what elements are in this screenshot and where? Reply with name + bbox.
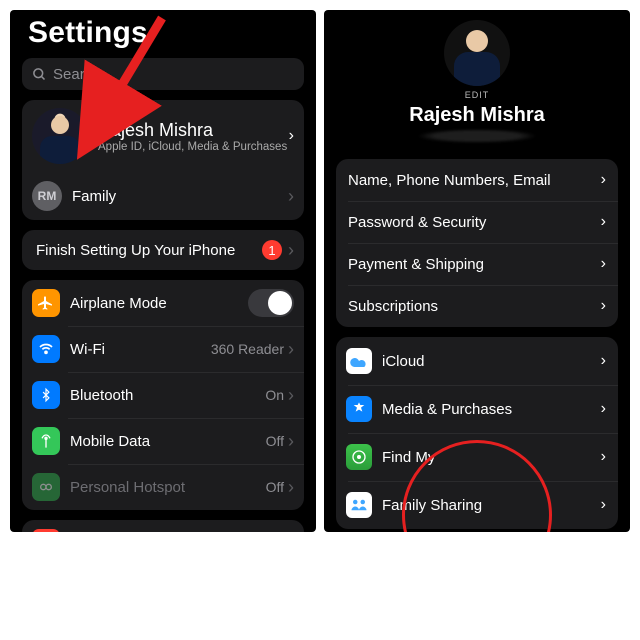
search-icon [32, 67, 47, 82]
chevron-right-icon: › [601, 448, 606, 466]
chevron-right-icon: › [601, 171, 606, 189]
radar-icon [346, 444, 372, 470]
chevron-right-icon: › [288, 240, 294, 261]
mobile-value: Off [266, 433, 284, 449]
chevron-right-icon: › [288, 431, 294, 452]
family-label: Family [72, 188, 288, 205]
edit-label[interactable]: EDIT [465, 90, 490, 100]
chevron-right-icon: › [601, 352, 606, 370]
account-group: Name, Phone Numbers, Email› Password & S… [336, 159, 618, 327]
finish-setup-label: Finish Setting Up Your iPhone [36, 242, 262, 259]
airplane-icon [32, 289, 60, 317]
airplane-toggle[interactable] [248, 289, 294, 317]
setup-badge: 1 [262, 240, 282, 260]
settings-screen: Settings Search Rajesh Mishra Apple ID, … [10, 10, 316, 532]
services-group: iCloud› Media & Purchases› Find My› Fami… [336, 337, 618, 529]
mobile-label: Mobile Data [70, 433, 266, 450]
appstore-icon [346, 396, 372, 422]
bell-icon [32, 529, 60, 532]
wifi-row[interactable]: Wi-Fi 360 Reader › [22, 326, 304, 372]
bluetooth-label: Bluetooth [70, 387, 265, 404]
airplane-label: Airplane Mode [70, 295, 248, 312]
cloud-icon [346, 348, 372, 374]
redacted-email [417, 129, 537, 143]
profile-header: EDIT Rajesh Mishra [324, 10, 630, 149]
airplane-row[interactable]: Airplane Mode [22, 280, 304, 326]
general-group: Notifications › Sounds & Haptics › Focus… [22, 520, 304, 532]
profile-name: Rajesh Mishra [409, 104, 545, 127]
hotspot-icon [32, 473, 60, 501]
chevron-right-icon: › [601, 213, 606, 231]
search-placeholder: Search [53, 66, 101, 83]
chevron-right-icon: › [601, 400, 606, 418]
chevron-right-icon: › [288, 186, 294, 207]
findmy-row[interactable]: Find My› [336, 433, 618, 481]
wifi-label: Wi-Fi [70, 341, 211, 358]
profile-subtitle: Apple ID, iCloud, Media & Purchases [98, 141, 289, 153]
icloud-row[interactable]: iCloud› [336, 337, 618, 385]
payment-shipping-row[interactable]: Payment & Shipping› [336, 243, 618, 285]
password-security-row[interactable]: Password & Security› [336, 201, 618, 243]
chevron-right-icon: › [288, 477, 294, 498]
apple-id-row[interactable]: Rajesh Mishra Apple ID, iCloud, Media & … [22, 100, 304, 172]
hotspot-value: Off [266, 479, 284, 495]
wifi-value: 360 Reader [211, 341, 284, 357]
finish-setup-row[interactable]: Finish Setting Up Your iPhone 1 › [22, 230, 304, 270]
setup-group: Finish Setting Up Your iPhone 1 › [22, 230, 304, 270]
chevron-right-icon: › [601, 297, 606, 315]
bluetooth-row[interactable]: Bluetooth On › [22, 372, 304, 418]
avatar [32, 108, 88, 164]
hotspot-label: Personal Hotspot [70, 479, 266, 496]
media-purchases-row[interactable]: Media & Purchases› [336, 385, 618, 433]
chevron-right-icon: › [601, 255, 606, 273]
chevron-right-icon: › [289, 127, 294, 145]
chevron-right-icon: › [288, 339, 294, 360]
notifications-row[interactable]: Notifications › [22, 520, 304, 532]
page-title: Settings [10, 10, 316, 54]
family-sharing-row[interactable]: Family Sharing› [336, 481, 618, 529]
avatar[interactable] [444, 20, 510, 86]
wifi-icon [32, 335, 60, 363]
family-icon [346, 492, 372, 518]
chevron-right-icon: › [601, 496, 606, 514]
antenna-icon [32, 427, 60, 455]
mobile-data-row[interactable]: Mobile Data Off › [22, 418, 304, 464]
bluetooth-icon [32, 381, 60, 409]
bluetooth-value: On [265, 387, 284, 403]
family-avatar: RM [32, 181, 62, 211]
subscriptions-row[interactable]: Subscriptions› [336, 285, 618, 327]
network-group: Airplane Mode Wi-Fi 360 Reader › Bluetoo… [22, 280, 304, 510]
profile-name: Rajesh Mishra [98, 120, 289, 141]
profile-group: Rajesh Mishra Apple ID, iCloud, Media & … [22, 100, 304, 220]
hotspot-row[interactable]: Personal Hotspot Off › [22, 464, 304, 510]
name-numbers-row[interactable]: Name, Phone Numbers, Email› [336, 159, 618, 201]
chevron-right-icon: › [288, 385, 294, 406]
apple-id-screen: EDIT Rajesh Mishra Name, Phone Numbers, … [324, 10, 630, 532]
family-row[interactable]: RM Family › [22, 172, 304, 220]
search-input[interactable]: Search [22, 58, 304, 90]
